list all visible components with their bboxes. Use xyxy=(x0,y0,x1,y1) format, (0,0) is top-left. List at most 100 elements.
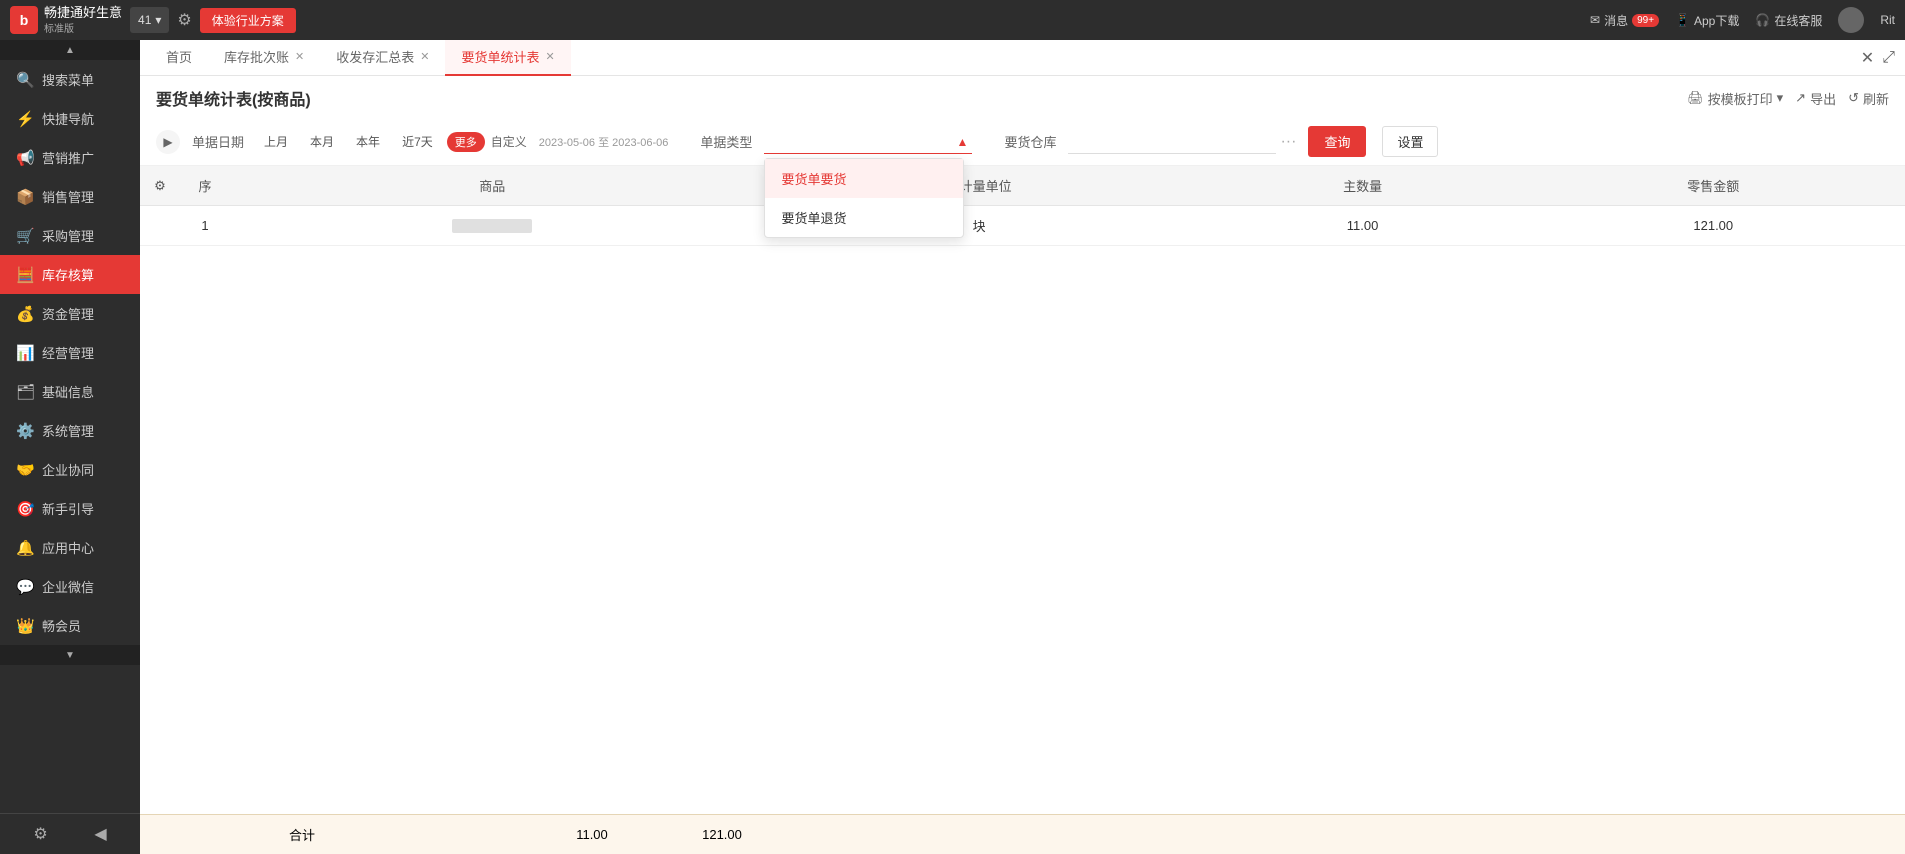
col-header-amount: 零售金额 xyxy=(1522,166,1905,206)
date-label: 单据日期 xyxy=(192,132,244,151)
tab-inventory-batch[interactable]: 库存批次账 ✕ xyxy=(208,40,320,76)
user-name: Rit xyxy=(1880,13,1895,27)
type-select-input[interactable] xyxy=(764,130,972,154)
dropdown-option-order-return[interactable]: 要货单退货 xyxy=(765,198,963,237)
tab-close-all-icon[interactable]: ✕ xyxy=(1861,48,1874,68)
sidebar-item-app-center[interactable]: 🔔 应用中心 xyxy=(0,528,140,567)
col-header-product: 商品 xyxy=(230,166,755,206)
warehouse-input[interactable] xyxy=(1068,130,1276,154)
date-curr-year[interactable]: 本年 xyxy=(348,130,388,153)
sidebar-item-marketing[interactable]: 📢 营销推广 xyxy=(0,138,140,177)
col-header-settings[interactable]: ⚙ xyxy=(140,166,180,206)
refresh-action[interactable]: ↺ 刷新 xyxy=(1848,89,1889,108)
store-selector[interactable]: 41 ▾ xyxy=(130,7,169,33)
sidebar: ▲ 🔍 搜索菜单 ⚡ 快捷导航 📢 营销推广 📦 销售管理 🛒 采购管理 🧮 库… xyxy=(0,40,140,854)
sidebar-item-finance[interactable]: 💰 资金管理 xyxy=(0,294,140,333)
header-settings-icon[interactable]: ⚙ xyxy=(177,10,191,30)
row-settings-cell xyxy=(140,206,180,246)
online-service-action[interactable]: 🎧 在线客服 xyxy=(1755,12,1822,29)
sidebar-item-sales[interactable]: 📦 销售管理 xyxy=(0,177,140,216)
user-avatar[interactable] xyxy=(1838,7,1864,33)
filter-expand-button[interactable]: ▶ xyxy=(156,130,180,154)
top-header: b 畅捷通好生意 标准版 41 ▾ ⚙ 体验行业方案 ✉ 消息 99+ 📱 Ap… xyxy=(0,0,1905,40)
app-name: 畅捷通好生意 xyxy=(44,5,122,21)
sidebar-label-basic-info: 基础信息 xyxy=(42,382,94,401)
type-label: 单据类型 xyxy=(700,132,752,151)
warehouse-more-icon[interactable]: ··· xyxy=(1280,133,1296,151)
page-title: 要货单统计表(按商品) xyxy=(156,86,311,110)
sidebar-footer: ⚙ ◀ xyxy=(0,813,140,854)
sidebar-collapse-icon[interactable]: ◀ xyxy=(94,824,106,844)
tab-receivable-summary-label: 收发存汇总表 xyxy=(336,47,414,66)
search-icon: 🔍 xyxy=(16,71,34,89)
data-table: ⚙ 序 商品 主计量单位 主数量 零售金额 1 xyxy=(140,166,1905,246)
row-no: 1 xyxy=(180,206,230,246)
sidebar-scroll-up[interactable]: ▲ xyxy=(0,40,140,60)
date-curr-month[interactable]: 本月 xyxy=(302,130,342,153)
warehouse-label: 要货仓库 xyxy=(1004,132,1056,151)
tab-home[interactable]: 首页 xyxy=(150,40,208,76)
filter-settings-button[interactable]: 设置 xyxy=(1382,126,1438,157)
sidebar-settings-icon[interactable]: ⚙ xyxy=(33,824,47,844)
query-button[interactable]: 查询 xyxy=(1308,126,1366,157)
tab-receivable-summary[interactable]: 收发存汇总表 ✕ xyxy=(320,40,445,76)
date-7days[interactable]: 近7天 xyxy=(394,130,441,153)
tab-receivable-summary-close[interactable]: ✕ xyxy=(420,50,429,63)
export-action[interactable]: ↗ 导出 xyxy=(1795,89,1836,108)
tab-order-stats[interactable]: 要货单统计表 ✕ xyxy=(445,40,570,76)
sidebar-item-basic-info[interactable]: 🗂 基础信息 xyxy=(0,372,140,411)
print-icon: 🖨 xyxy=(1687,90,1704,106)
footer-label: 合计 xyxy=(242,825,362,844)
tab-inventory-batch-close[interactable]: ✕ xyxy=(295,50,304,63)
sidebar-label-system: 系统管理 xyxy=(42,421,94,440)
guide-icon: 🎯 xyxy=(16,500,34,518)
tab-bar-left: 首页 库存批次账 ✕ 收发存汇总表 ✕ 要货单统计表 ✕ xyxy=(150,40,571,76)
sidebar-label-sales: 销售管理 xyxy=(42,187,94,206)
sidebar-item-system[interactable]: ⚙️ 系统管理 xyxy=(0,411,140,450)
app-center-icon: 🔔 xyxy=(16,539,34,557)
sidebar-item-vip[interactable]: 👑 畅会员 xyxy=(0,606,140,645)
sidebar-label-search: 搜索菜单 xyxy=(42,70,94,89)
sidebar-item-enterprise[interactable]: 🤝 企业协同 xyxy=(0,450,140,489)
page-header: 要货单统计表(按商品) 🖨 按模板打印 ▾ ↗ 导出 ↺ 刷新 xyxy=(140,76,1905,118)
date-range-text: 2023-05-06 至 2023-06-06 xyxy=(539,134,669,150)
filter-bar: ▶ 单据日期 上月 本月 本年 近7天 更多 自定义 2023-05-06 至 … xyxy=(140,118,1905,166)
sidebar-label-inventory: 库存核算 xyxy=(42,265,94,284)
sidebar-item-quick-nav[interactable]: ⚡ 快捷导航 xyxy=(0,99,140,138)
tab-inventory-batch-label: 库存批次账 xyxy=(224,47,289,66)
sidebar-label-purchase: 采购管理 xyxy=(42,226,94,245)
sidebar-item-purchase[interactable]: 🛒 采购管理 xyxy=(0,216,140,255)
date-custom[interactable]: 自定义 xyxy=(491,133,527,150)
tab-order-stats-close[interactable]: ✕ xyxy=(546,50,555,63)
sidebar-item-guide[interactable]: 🎯 新手引导 xyxy=(0,489,140,528)
sales-icon: 📦 xyxy=(16,188,34,206)
vip-icon: 👑 xyxy=(16,617,34,635)
dropdown-option-order-goods[interactable]: 要货单要货 xyxy=(765,159,963,198)
date-more-badge[interactable]: 更多 xyxy=(447,132,485,152)
table-footer: 合计 11.00 121.00 xyxy=(140,814,1905,854)
footer-amount: 121.00 xyxy=(672,827,772,842)
trial-button[interactable]: 体验行业方案 xyxy=(200,8,296,33)
header-right: ✉ 消息 99+ 📱 App下载 🎧 在线客服 Rit xyxy=(1590,7,1895,33)
tab-expand-icon[interactable]: ⤢ xyxy=(1882,49,1895,67)
sidebar-item-operations[interactable]: 📊 经营管理 xyxy=(0,333,140,372)
print-action[interactable]: 🖨 按模板打印 ▾ xyxy=(1687,89,1783,108)
type-dropdown-menu: 要货单要货 要货单退货 xyxy=(764,158,964,238)
export-icon: ↗ xyxy=(1795,90,1806,106)
row-product xyxy=(230,206,755,246)
sidebar-scroll-down[interactable]: ▼ xyxy=(0,645,140,665)
sidebar-item-wechat[interactable]: 💬 企业微信 xyxy=(0,567,140,606)
finance-icon: 💰 xyxy=(16,305,34,323)
print-label: 按模板打印 xyxy=(1708,89,1773,108)
product-placeholder xyxy=(452,219,532,233)
app-download-action[interactable]: 📱 App下载 xyxy=(1675,12,1739,29)
header-left: b 畅捷通好生意 标准版 41 ▾ ⚙ 体验行业方案 xyxy=(10,5,296,36)
sidebar-item-search[interactable]: 🔍 搜索菜单 xyxy=(0,60,140,99)
phone-icon: 📱 xyxy=(1675,13,1690,27)
sidebar-label-operations: 经营管理 xyxy=(42,343,94,362)
inventory-icon: 🧮 xyxy=(16,266,34,284)
message-action[interactable]: ✉ 消息 99+ xyxy=(1590,12,1659,29)
sidebar-item-inventory[interactable]: 🧮 库存核算 xyxy=(0,255,140,294)
date-options: 上月 本月 本年 近7天 更多 自定义 xyxy=(256,130,527,153)
date-prev-month[interactable]: 上月 xyxy=(256,130,296,153)
